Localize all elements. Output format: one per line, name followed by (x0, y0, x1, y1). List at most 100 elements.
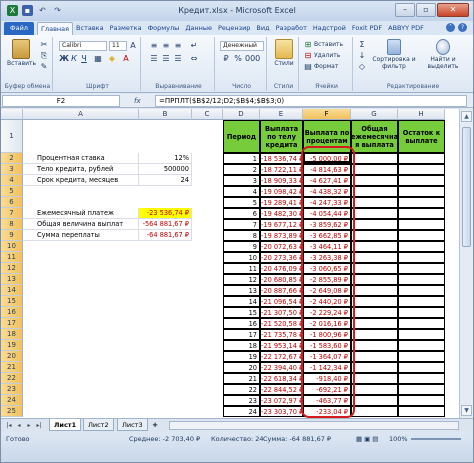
period-cell[interactable]: 2 (223, 164, 260, 175)
balance-cell[interactable] (398, 197, 445, 208)
underline-icon[interactable]: Ч (79, 54, 89, 64)
align-top-icon[interactable]: ≡ (149, 41, 159, 51)
row-header-7[interactable]: 7 (1, 208, 23, 219)
fill-color-icon[interactable]: ◈ (107, 54, 117, 64)
row-header-14[interactable]: 14 (1, 285, 23, 296)
period-cell[interactable]: 12 (223, 274, 260, 285)
row-header-23[interactable]: 23 (1, 384, 23, 395)
row-header-8[interactable]: 8 (1, 219, 23, 230)
balance-cell[interactable] (398, 153, 445, 164)
column-header-c[interactable]: C (192, 109, 223, 120)
total-payment-cell[interactable] (351, 318, 398, 329)
period-cell[interactable]: 24 (223, 406, 260, 417)
principal-cell[interactable]: -21 735,78 ₽ (260, 329, 303, 340)
column-header-g[interactable]: G (351, 109, 398, 120)
row-header-12[interactable]: 12 (1, 263, 23, 274)
period-cell[interactable]: 22 (223, 384, 260, 395)
tab-data[interactable]: Данные (182, 22, 215, 35)
balance-cell[interactable] (398, 263, 445, 274)
row-header-3[interactable]: 3 (1, 164, 23, 175)
principal-cell[interactable]: -18 536,74 ₽ (260, 153, 303, 164)
param-value[interactable]: 24 (139, 175, 192, 186)
summary-label[interactable]: Сумма переплаты (23, 230, 139, 241)
sheet-tab-1[interactable]: Лист1 (49, 419, 82, 431)
row-header-21[interactable]: 21 (1, 362, 23, 373)
row-header-17[interactable]: 17 (1, 318, 23, 329)
param-label[interactable]: Тело кредита, рублей (23, 164, 139, 175)
insert-label[interactable]: Вставить (314, 41, 343, 48)
principal-cell[interactable]: -21 520,58 ₽ (260, 318, 303, 329)
active-cell-f2[interactable] (303, 152, 351, 163)
total-payment-cell[interactable] (351, 395, 398, 406)
balance-cell[interactable] (398, 252, 445, 263)
collapse-ribbon-icon[interactable]: ˄ (446, 23, 455, 32)
column-header-a[interactable]: A (23, 109, 139, 120)
total-payment-cell[interactable] (351, 197, 398, 208)
period-cell[interactable]: 15 (223, 307, 260, 318)
tab-home[interactable]: Главная (36, 22, 74, 35)
sort-filter-button[interactable]: Сортировка и фильтр (371, 39, 417, 70)
column-header-f[interactable]: F (303, 109, 351, 120)
period-cell[interactable]: 16 (223, 318, 260, 329)
principal-cell[interactable]: -20 680,85 ₽ (260, 274, 303, 285)
summary-label[interactable]: Общая величина выплат (23, 219, 139, 230)
tab-developer[interactable]: Разработ (273, 22, 310, 35)
tab-foxit-pdf[interactable]: Foxit PDF (349, 22, 385, 35)
total-payment-cell[interactable] (351, 219, 398, 230)
view-buttons[interactable]: ▦▣▤ (356, 435, 380, 443)
balance-cell[interactable] (398, 362, 445, 373)
period-cell[interactable]: 18 (223, 340, 260, 351)
header-g[interactable]: Общая ежемесячна я выплата (351, 120, 398, 153)
principal-cell[interactable]: -19 873,89 ₽ (260, 230, 303, 241)
principal-cell[interactable]: -18 909,33 ₽ (260, 175, 303, 186)
vertical-scrollbar[interactable]: ▲ ▼ (459, 109, 473, 418)
autosum-icon[interactable]: Σ (357, 40, 367, 50)
balance-cell[interactable] (398, 307, 445, 318)
balance-cell[interactable] (398, 406, 445, 417)
principal-cell[interactable]: -23 303,70 ₽ (260, 406, 303, 417)
principal-cell[interactable]: -20 273,36 ₽ (260, 252, 303, 263)
principal-cell[interactable]: -20 072,63 ₽ (260, 241, 303, 252)
align-bottom-icon[interactable]: ≡ (173, 41, 183, 51)
principal-cell[interactable]: -22 618,34 ₽ (260, 373, 303, 384)
balance-cell[interactable] (398, 395, 445, 406)
tab-view[interactable]: Вид (253, 22, 272, 35)
column-header-d[interactable]: D (223, 109, 260, 120)
balance-cell[interactable] (398, 296, 445, 307)
total-payment-cell[interactable] (351, 373, 398, 384)
period-cell[interactable]: 7 (223, 219, 260, 230)
clear-icon[interactable]: ◇ (357, 62, 367, 72)
row-header-22[interactable]: 22 (1, 373, 23, 384)
zoom-level[interactable]: 100% (389, 435, 408, 443)
format-cells-icon[interactable]: ▤ (303, 62, 313, 72)
period-cell[interactable]: 11 (223, 263, 260, 274)
last-sheet-icon[interactable]: ▸| (35, 421, 43, 430)
period-cell[interactable]: 19 (223, 351, 260, 362)
align-left-icon[interactable]: ☰ (149, 54, 159, 64)
number-format-select[interactable]: Денежный (220, 41, 264, 51)
merge-cells-icon[interactable]: ⇔ (189, 54, 199, 64)
delete-label[interactable]: Удалить (314, 52, 340, 59)
balance-cell[interactable] (398, 219, 445, 230)
tab-review[interactable]: Рецензир (215, 22, 253, 35)
font-color-icon[interactable]: A (121, 54, 131, 64)
minimize-icon[interactable]: – (395, 3, 415, 17)
total-payment-cell[interactable] (351, 208, 398, 219)
principal-cell[interactable]: -19 098,42 ₽ (260, 186, 303, 197)
total-payment-cell[interactable] (351, 164, 398, 175)
summary-value[interactable]: -564 881,67 ₽ (139, 219, 192, 230)
balance-cell[interactable] (398, 208, 445, 219)
align-middle-icon[interactable]: ≡ (161, 41, 171, 51)
align-right-icon[interactable]: ☰ (173, 54, 183, 64)
fill-icon[interactable]: ↓ (357, 51, 367, 61)
period-cell[interactable]: 17 (223, 329, 260, 340)
balance-cell[interactable] (398, 241, 445, 252)
total-payment-cell[interactable] (351, 285, 398, 296)
summary-label[interactable]: Ежемесячный платеж (23, 208, 139, 219)
name-box[interactable]: F2 (2, 95, 120, 107)
balance-cell[interactable] (398, 175, 445, 186)
tab-file[interactable]: Файл (4, 22, 34, 35)
scroll-down-icon[interactable]: ▼ (461, 405, 472, 416)
bold-icon[interactable]: Ж (59, 54, 69, 64)
principal-cell[interactable]: -22 394,40 ₽ (260, 362, 303, 373)
